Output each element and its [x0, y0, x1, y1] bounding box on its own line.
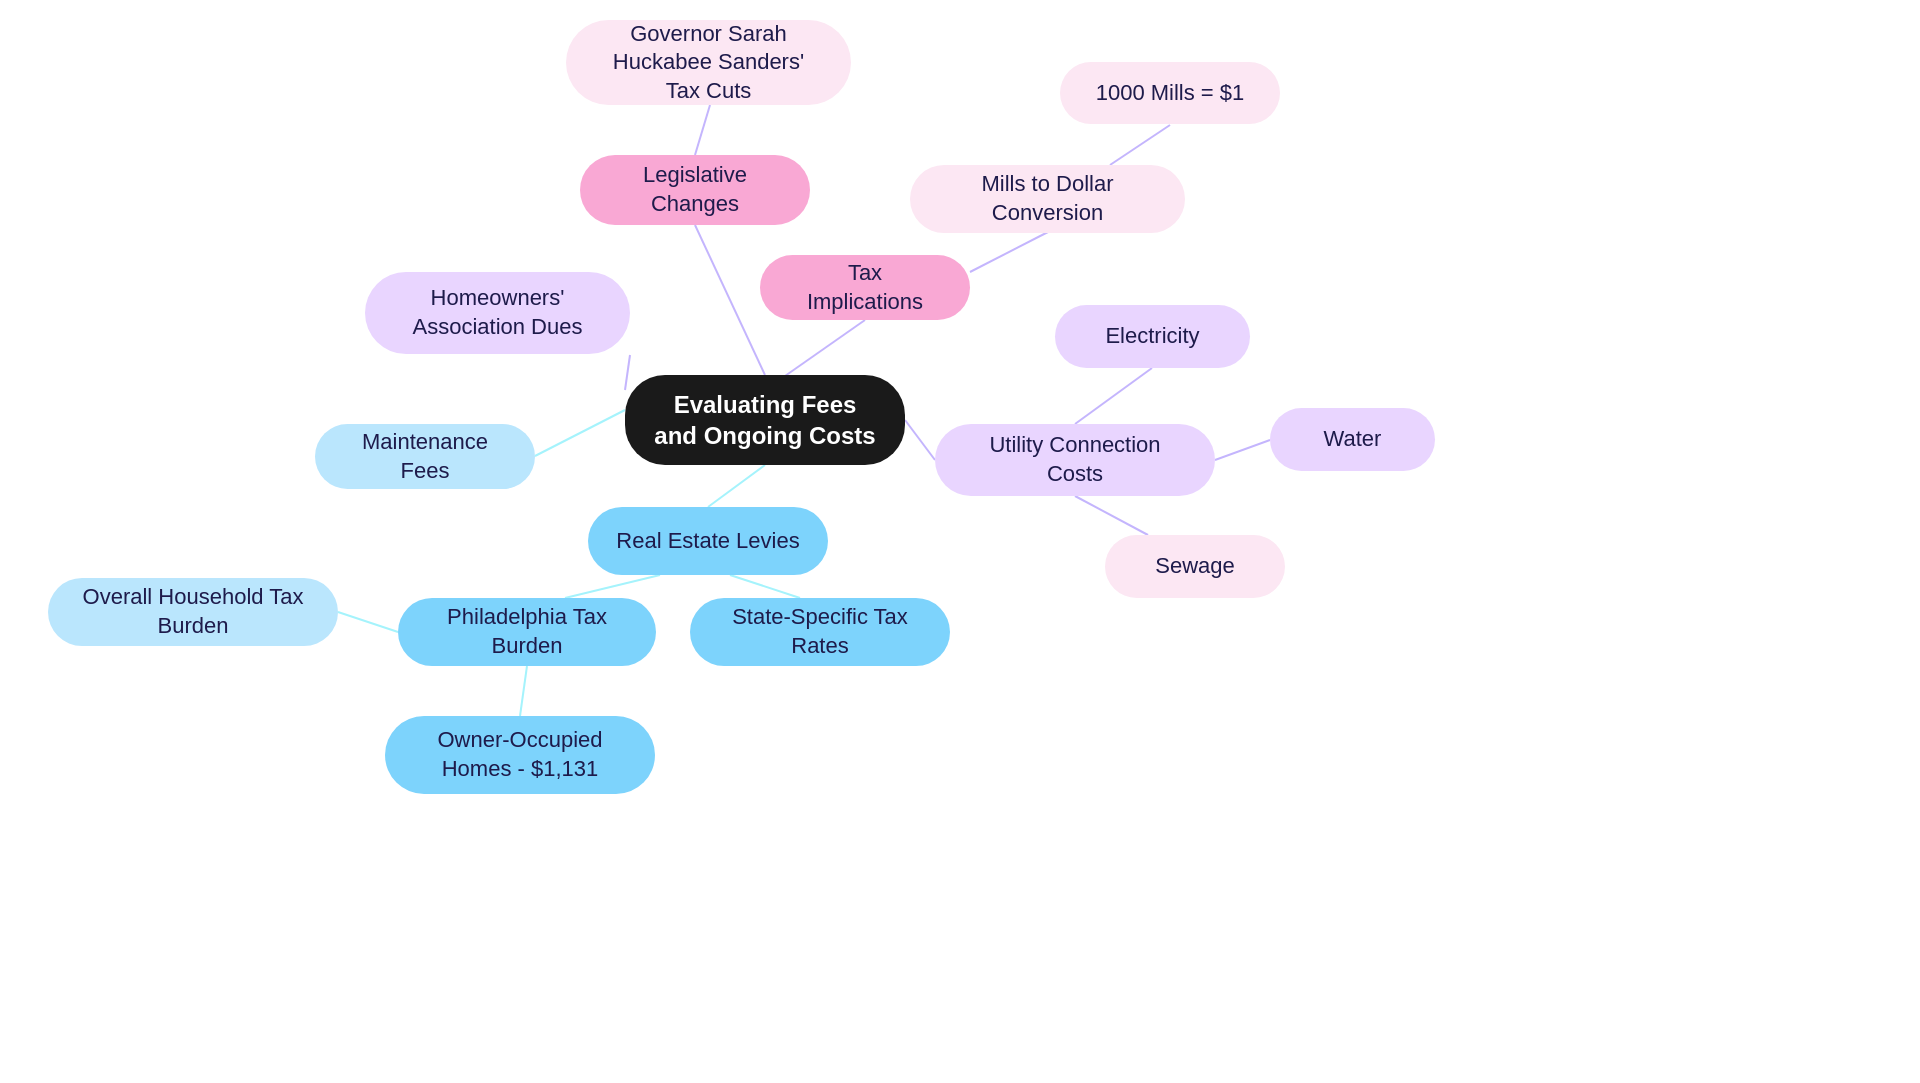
svg-line-13	[730, 575, 800, 598]
utility-connection-node[interactable]: Utility Connection Costs	[935, 424, 1215, 496]
water-label: Water	[1324, 425, 1382, 454]
overall-household-label: Overall Household Tax Burden	[76, 583, 310, 640]
svg-line-14	[338, 612, 398, 632]
svg-line-3	[970, 232, 1048, 272]
hoa-dues-node[interactable]: Homeowners' Association Dues	[365, 272, 630, 354]
electricity-node[interactable]: Electricity	[1055, 305, 1250, 368]
utility-connection-label: Utility Connection Costs	[963, 431, 1187, 488]
owner-occupied-label: Owner-Occupied Homes - $1,131	[413, 726, 627, 783]
state-tax-rates-label: State-Specific Tax Rates	[718, 603, 922, 660]
overall-household-node[interactable]: Overall Household Tax Burden	[48, 578, 338, 646]
maintenance-fees-node[interactable]: Maintenance Fees	[315, 424, 535, 489]
philadelphia-tax-label: Philadelphia Tax Burden	[426, 603, 628, 660]
legislative-changes-label: Legislative Changes	[608, 161, 782, 218]
philadelphia-tax-node[interactable]: Philadelphia Tax Burden	[398, 598, 656, 666]
mills-conversion-node[interactable]: Mills to Dollar Conversion	[910, 165, 1185, 233]
svg-line-5	[625, 355, 630, 390]
svg-line-11	[708, 465, 765, 507]
center-label: Evaluating Fees and Ongoing Costs	[653, 389, 877, 451]
mills-conversion-label: Mills to Dollar Conversion	[938, 170, 1157, 227]
svg-line-7	[905, 420, 935, 460]
svg-line-0	[695, 225, 765, 375]
svg-line-4	[1110, 125, 1170, 165]
maintenance-fees-label: Maintenance Fees	[343, 428, 507, 485]
gov-tax-cuts-label: Governor Sarah Huckabee Sanders' Tax Cut…	[594, 20, 823, 106]
svg-line-6	[535, 410, 625, 456]
svg-line-8	[1075, 368, 1152, 424]
hoa-dues-label: Homeowners' Association Dues	[393, 284, 602, 341]
svg-line-15	[520, 666, 527, 716]
svg-line-1	[695, 105, 710, 155]
mills-value-label: 1000 Mills = $1	[1096, 79, 1245, 108]
svg-line-10	[1075, 496, 1148, 535]
tax-implications-node[interactable]: Tax Implications	[760, 255, 970, 320]
legislative-changes-node[interactable]: Legislative Changes	[580, 155, 810, 225]
mills-value-node[interactable]: 1000 Mills = $1	[1060, 62, 1280, 124]
owner-occupied-node[interactable]: Owner-Occupied Homes - $1,131	[385, 716, 655, 794]
water-node[interactable]: Water	[1270, 408, 1435, 471]
real-estate-levies-node[interactable]: Real Estate Levies	[588, 507, 828, 575]
sewage-label: Sewage	[1155, 552, 1235, 581]
tax-implications-label: Tax Implications	[788, 259, 942, 316]
real-estate-levies-label: Real Estate Levies	[616, 527, 799, 556]
electricity-label: Electricity	[1105, 322, 1199, 351]
svg-line-12	[565, 575, 660, 598]
svg-line-9	[1215, 440, 1270, 460]
sewage-node[interactable]: Sewage	[1105, 535, 1285, 598]
gov-tax-cuts-node[interactable]: Governor Sarah Huckabee Sanders' Tax Cut…	[566, 20, 851, 105]
center-node[interactable]: Evaluating Fees and Ongoing Costs	[625, 375, 905, 465]
state-tax-rates-node[interactable]: State-Specific Tax Rates	[690, 598, 950, 666]
